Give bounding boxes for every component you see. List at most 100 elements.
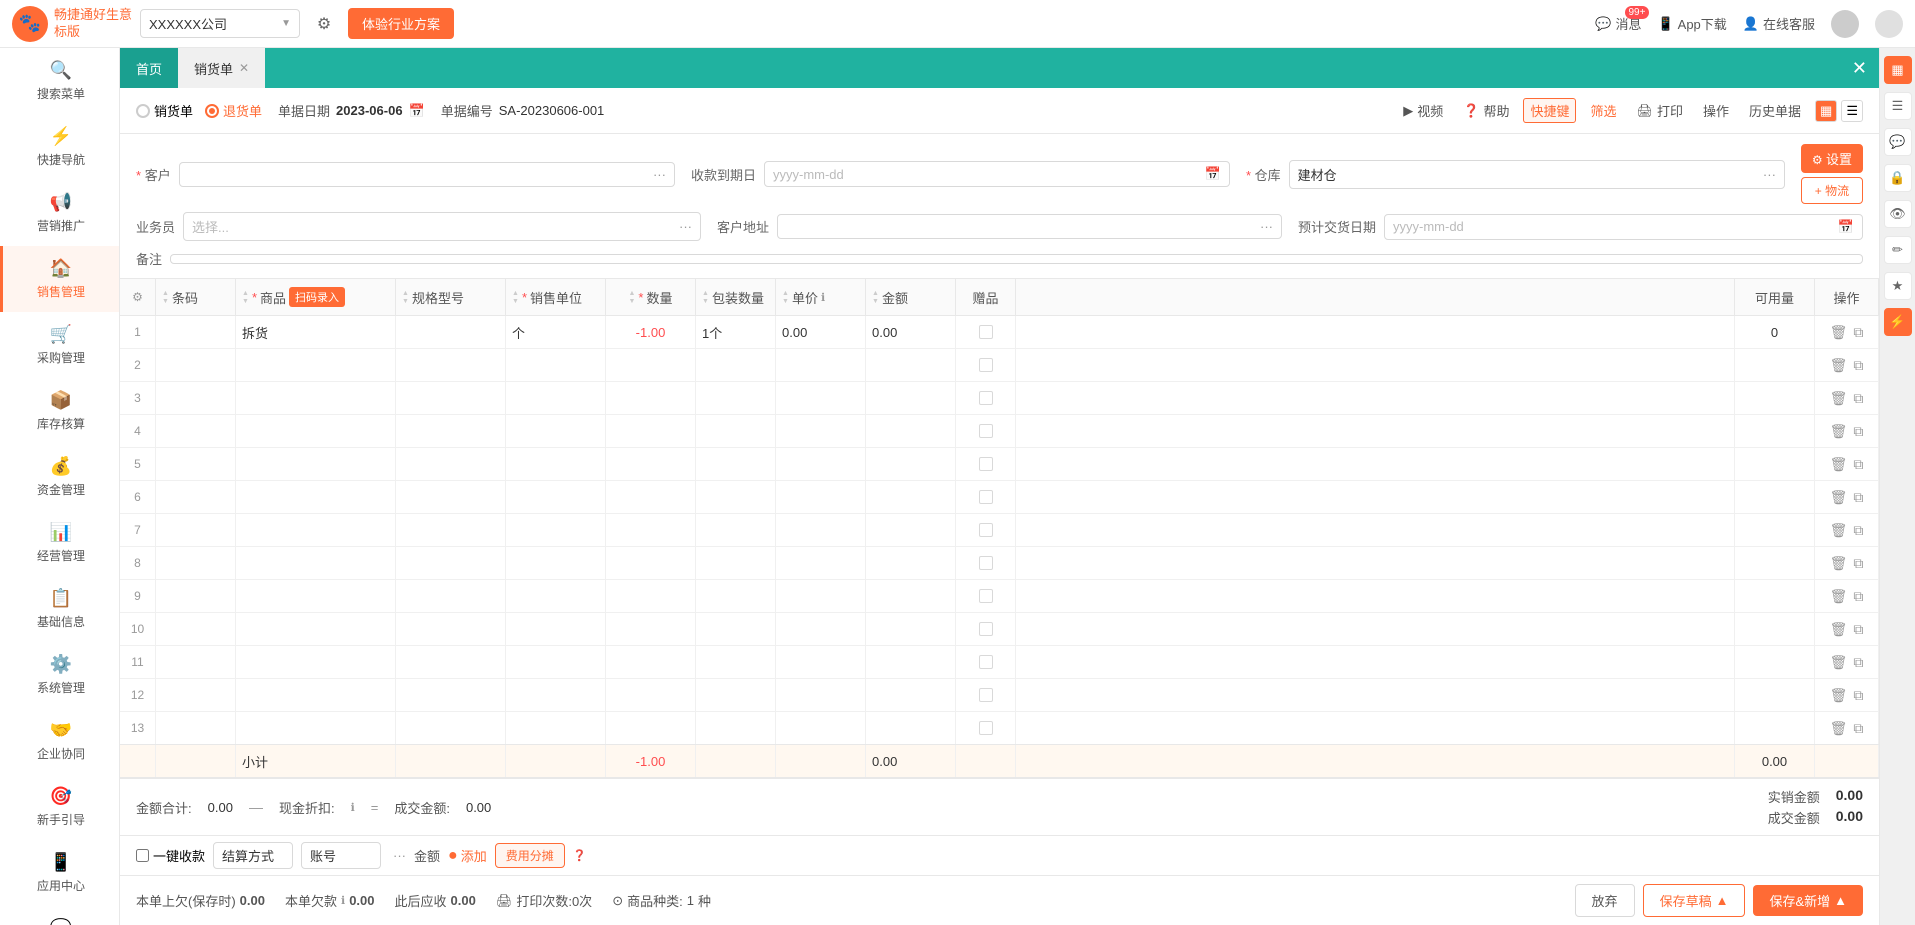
gift-checkbox[interactable] — [979, 358, 993, 372]
payment-due-input[interactable]: yyyy-mm-dd 📅 — [764, 161, 1230, 187]
product-types-info-icon[interactable]: ⊙ — [612, 893, 623, 909]
add-payment-btn[interactable]: ● 添加 — [448, 846, 487, 865]
fee-split-btn[interactable]: 费用分摊 — [495, 843, 565, 868]
copy-icon[interactable]: ⧉ — [1853, 588, 1863, 605]
fee-info-icon[interactable]: ❓ — [573, 849, 587, 862]
sidebar-item-guide[interactable]: 🎯 新手引导 — [0, 774, 119, 840]
copy-icon[interactable]: ⧉ — [1853, 687, 1863, 704]
message-btn[interactable]: 💬 消息 99+ — [1595, 14, 1641, 33]
delete-icon[interactable]: 🗑 — [1830, 621, 1848, 638]
sidebar-item-finance[interactable]: 💰 资金管理 — [0, 444, 119, 510]
copy-icon[interactable]: ⧉ — [1853, 456, 1863, 473]
one-click-checkbox[interactable] — [136, 849, 149, 862]
close-window-icon[interactable]: ✕ — [1852, 58, 1867, 79]
sidebar-item-sales[interactable]: 🏠 销售管理 — [0, 246, 119, 312]
row-product[interactable]: 拆货 — [236, 316, 396, 348]
copy-icon[interactable]: ⧉ — [1853, 621, 1863, 638]
customer-addr-input[interactable]: ··· — [777, 214, 1282, 239]
warehouse-dots-btn[interactable]: ··· — [1763, 167, 1776, 182]
delete-icon[interactable]: 🗑 — [1830, 588, 1848, 605]
row-amount[interactable]: 0.00 — [866, 316, 956, 348]
copy-icon[interactable]: ⧉ — [1853, 489, 1863, 506]
right-panel-lock-btn[interactable]: 🔒 — [1884, 164, 1912, 192]
grid-view-btn[interactable]: ▦ — [1815, 100, 1837, 122]
payment-account-select[interactable]: 账号 — [301, 842, 381, 869]
delete-icon[interactable]: 🗑 — [1830, 489, 1848, 506]
delete-icon[interactable]: 🗑 — [1830, 390, 1848, 407]
expected-date-input[interactable]: yyyy-mm-dd 📅 — [1384, 214, 1863, 240]
one-click-payment-checkbox[interactable]: 一键收款 — [136, 846, 205, 865]
right-panel-eye-btn[interactable]: 👁 — [1884, 200, 1912, 228]
row-spec[interactable] — [396, 316, 506, 348]
toolbar-help[interactable]: ❓ 帮助 — [1457, 99, 1515, 122]
radio-sales[interactable]: 销货单 — [136, 101, 193, 120]
sidebar-item-search[interactable]: 🔍 搜索菜单 — [0, 48, 119, 114]
scan-button[interactable]: 扫码录入 — [289, 287, 345, 307]
payment-dots-btn[interactable]: ··· — [393, 848, 406, 863]
payment-method-select[interactable]: 结算方式 — [213, 842, 293, 869]
price-info-icon[interactable]: ℹ — [821, 291, 825, 304]
gift-checkbox[interactable] — [979, 688, 993, 702]
toolbar-filter[interactable]: 筛选 — [1584, 99, 1622, 122]
delete-icon[interactable]: 🗑 — [1830, 720, 1848, 737]
gift-checkbox[interactable] — [979, 391, 993, 405]
online-service-btn[interactable]: 👤 在线客服 — [1743, 14, 1815, 33]
save-draft-btn[interactable]: 保存草稿 ▲ — [1643, 884, 1746, 917]
payment-due-calendar-icon[interactable]: 📅 — [1205, 166, 1221, 182]
gift-checkbox[interactable] — [979, 655, 993, 669]
gift-checkbox[interactable] — [979, 589, 993, 603]
right-panel-star-btn[interactable]: ★ — [1884, 272, 1912, 300]
sidebar-item-basic[interactable]: 📋 基础信息 — [0, 576, 119, 642]
abandon-btn[interactable]: 放弃 — [1575, 884, 1635, 917]
customer-dots-btn[interactable]: ··· — [653, 167, 666, 182]
sidebar-item-system[interactable]: ⚙️ 系统管理 — [0, 642, 119, 708]
addr-dots-btn[interactable]: ··· — [1260, 219, 1273, 234]
gift-checkbox[interactable] — [979, 556, 993, 570]
right-panel-list-btn[interactable]: ☰ — [1884, 92, 1912, 120]
list-view-btn[interactable]: ☰ — [1841, 100, 1863, 122]
copy-icon[interactable]: ⧉ — [1853, 390, 1863, 407]
delete-icon[interactable]: 🗑 — [1830, 357, 1848, 374]
right-panel-comment-btn[interactable]: 💬 — [1884, 128, 1912, 156]
tab-close-icon[interactable]: ✕ — [239, 61, 249, 75]
date-calendar-icon[interactable]: 📅 — [409, 103, 425, 119]
logistics-btn[interactable]: + 物流 — [1801, 177, 1863, 204]
delete-icon[interactable]: 🗑 — [1830, 687, 1848, 704]
row-gift[interactable] — [956, 316, 1016, 348]
sidebar-item-enterprise[interactable]: 🤝 企业协同 — [0, 708, 119, 774]
row-qty[interactable]: -1.00 — [606, 316, 696, 348]
row-pkg[interactable]: 1个 — [696, 316, 776, 348]
gift-checkbox[interactable] — [979, 523, 993, 537]
sidebar-item-marketing[interactable]: 📢 营销推广 — [0, 180, 119, 246]
toolbar-shortcut[interactable]: 快捷键 — [1523, 98, 1576, 123]
row-price[interactable]: 0.00 — [776, 316, 866, 348]
toolbar-history[interactable]: 历史单据 — [1743, 99, 1807, 122]
salesperson-dots-btn[interactable]: ··· — [679, 219, 692, 234]
toolbar-video[interactable]: ▶ 视频 — [1397, 99, 1449, 122]
remark-input[interactable] — [170, 254, 1863, 264]
right-panel-action-btn[interactable]: ⚡ — [1884, 308, 1912, 336]
gift-checkbox[interactable] — [979, 490, 993, 504]
delete-icon[interactable]: 🗑 — [1830, 654, 1848, 671]
row-barcode[interactable] — [156, 316, 236, 348]
delete-icon[interactable]: 🗑 — [1830, 456, 1848, 473]
warehouse-input[interactable]: 建材仓 ··· — [1289, 160, 1785, 189]
sidebar-item-quicknav[interactable]: ⚡ 快捷导航 — [0, 114, 119, 180]
delete-icon[interactable]: 🗑 — [1830, 522, 1848, 539]
delete-icon[interactable]: 🗑 — [1830, 423, 1848, 440]
gift-checkbox[interactable] — [979, 457, 993, 471]
deduct-info-icon[interactable]: ℹ — [341, 894, 345, 907]
gift-checkbox[interactable] — [979, 325, 993, 339]
sidebar-item-wechat[interactable]: 💬 企业微信 — [0, 906, 119, 925]
settings-btn[interactable]: ⚙ 设置 — [1801, 144, 1863, 173]
copy-icon[interactable]: ⧉ — [1853, 555, 1863, 572]
delete-icon[interactable]: 🗑 — [1830, 555, 1848, 572]
toolbar-operations[interactable]: 操作 — [1697, 99, 1735, 122]
row-unit[interactable]: 个 — [506, 316, 606, 348]
sidebar-item-inventory[interactable]: 📦 库存核算 — [0, 378, 119, 444]
copy-icon[interactable]: ⧉ — [1853, 654, 1863, 671]
row-extra[interactable] — [1016, 316, 1735, 348]
delete-icon[interactable]: 🗑 — [1830, 324, 1848, 341]
sidebar-item-operations[interactable]: 📊 经营管理 — [0, 510, 119, 576]
right-panel-edit-btn[interactable]: ✏ — [1884, 236, 1912, 264]
